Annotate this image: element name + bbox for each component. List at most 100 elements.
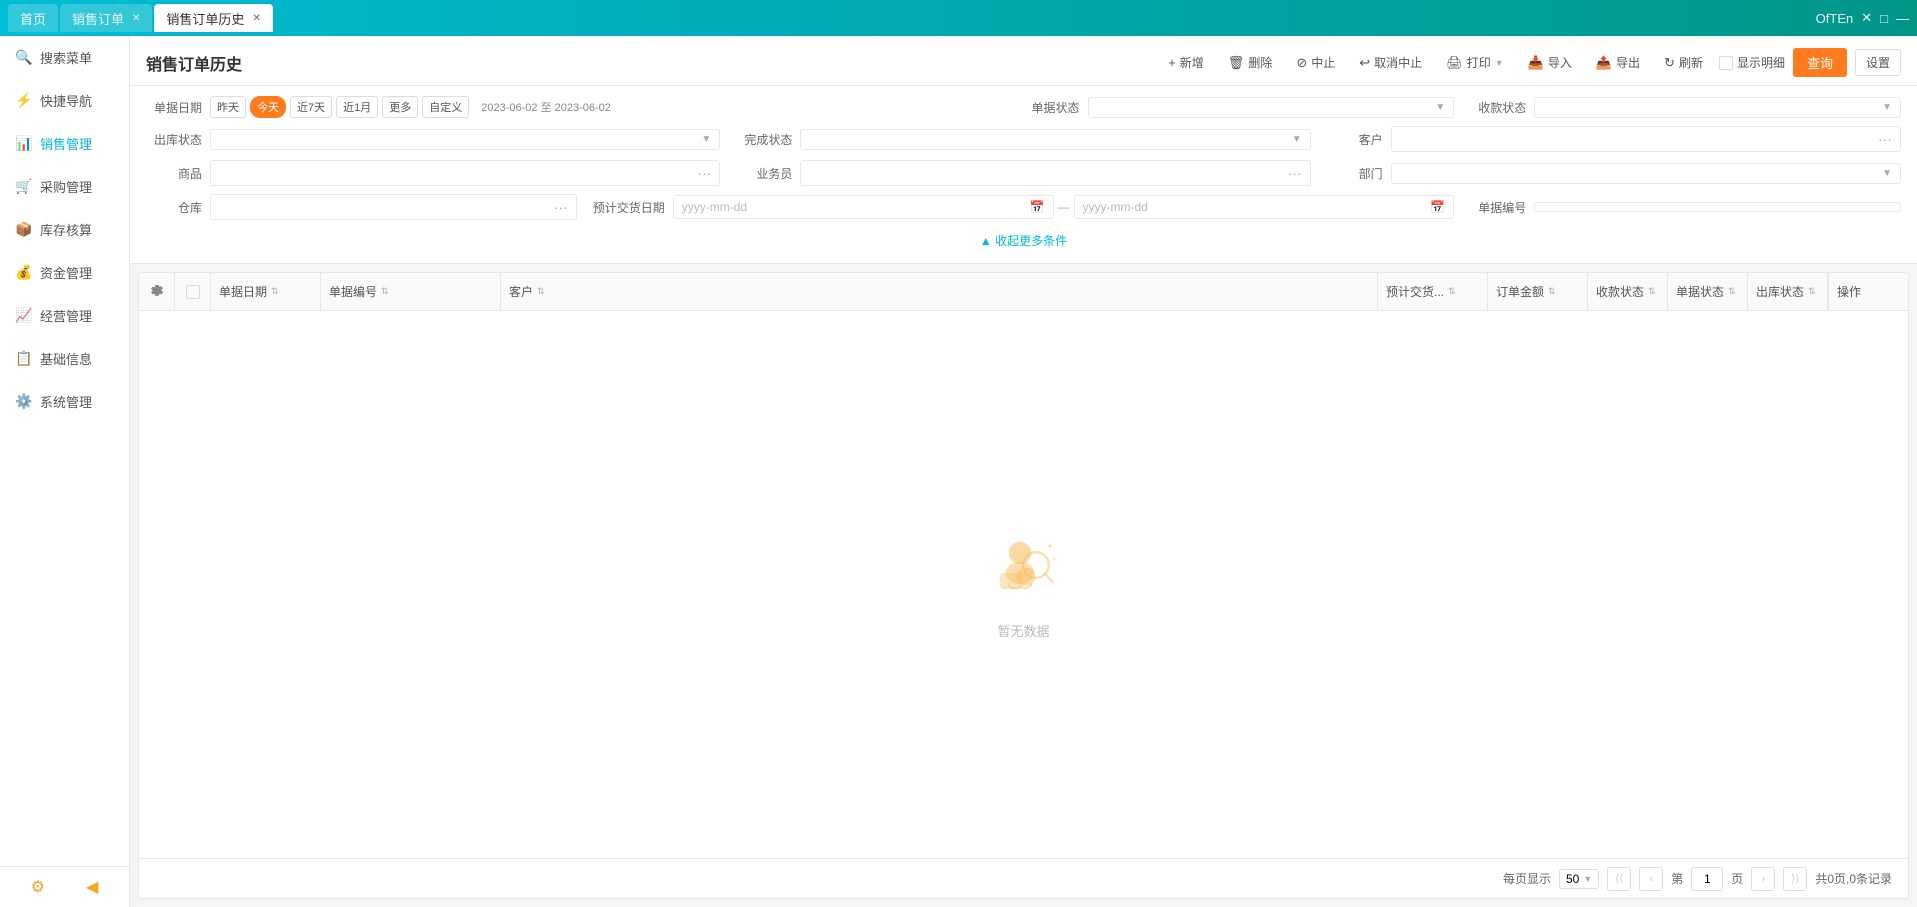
tab-sales-order[interactable]: 销售订单 ✕ [60, 4, 152, 32]
complete-status-select[interactable]: ▼ [800, 129, 1310, 150]
sidebar-item-sales-mgmt[interactable]: 📊 销售管理 [0, 122, 129, 165]
date-btn-more[interactable]: 更多 [382, 96, 418, 118]
th-payment-status-label: 收款状态 [1596, 283, 1644, 300]
date-btn-custom[interactable]: 自定义 [422, 96, 469, 118]
cancel-stop-button[interactable]: ↩ 取消中止 [1351, 50, 1430, 75]
goods-input[interactable]: ··· [210, 160, 720, 186]
th-date-label: 单据日期 [219, 283, 267, 300]
page-header: 销售订单历史 + 新增 🗑 删除 ⊘ 中止 ↩ 取消中止 [130, 36, 1917, 86]
prev-page-button[interactable]: ‹ [1639, 867, 1663, 891]
delete-label: 删除 [1248, 54, 1272, 71]
search-menu-icon: 🔍 [16, 50, 32, 66]
dept-select[interactable]: ▼ [1391, 163, 1901, 184]
stop-button[interactable]: ⊘ 中止 [1288, 50, 1343, 75]
settings-button[interactable]: 设置 [1855, 49, 1901, 76]
date-btn-last1m[interactable]: 近1月 [336, 96, 378, 118]
th-amount[interactable]: 订单金额 ⇅ [1488, 273, 1588, 310]
th-delivery-label: 预计交货... [1386, 283, 1444, 300]
print-label: 打印 [1467, 54, 1491, 71]
import-button[interactable]: 📥 导入 [1520, 50, 1580, 75]
tab-sales-order-history[interactable]: 销售订单历史 ✕ [154, 4, 272, 32]
last-page-button[interactable]: ⟩⟩ [1783, 867, 1807, 891]
sidebar-item-purchase-mgmt[interactable]: 🛒 采购管理 [0, 165, 129, 208]
th-order-status-label: 单据状态 [1676, 283, 1724, 300]
display-detail-label: 显示明细 [1737, 54, 1785, 71]
delivery-date-start[interactable]: yyyy-mm-dd 📅 [673, 195, 1054, 219]
out-status-select[interactable]: ▼ [210, 129, 720, 150]
top-restore-icon[interactable]: □ [1880, 11, 1888, 26]
display-detail[interactable]: 显示明细 [1719, 54, 1785, 71]
page-size-select[interactable]: 50 ▼ [1559, 869, 1599, 889]
filter-customer: 客户 ··· [1327, 126, 1901, 152]
refresh-label: 刷新 [1679, 54, 1703, 71]
th-order-status[interactable]: 单据状态 ⇅ [1668, 273, 1748, 310]
th-date[interactable]: 单据日期 ⇅ [211, 273, 321, 310]
select-all-checkbox[interactable] [186, 285, 200, 299]
th-gear[interactable] [139, 273, 175, 310]
calendar-start-icon: 📅 [1030, 200, 1045, 214]
collapse-row[interactable]: ▲ 收起更多条件 [146, 228, 1901, 253]
th-payment-sort: ⇅ [1648, 286, 1656, 297]
import-label: 导入 [1548, 54, 1572, 71]
sidebar-collapse-icon[interactable]: ◀ [86, 877, 98, 897]
goods-label: 商品 [146, 165, 202, 182]
sidebar-item-inventory[interactable]: 📦 库存核算 [0, 208, 129, 251]
display-detail-checkbox[interactable] [1719, 56, 1733, 70]
add-button[interactable]: + 新增 [1160, 50, 1212, 75]
delete-button[interactable]: 🗑 删除 [1220, 50, 1281, 75]
order-no-input[interactable] [1534, 202, 1901, 212]
th-out-sort: ⇅ [1808, 286, 1816, 297]
refresh-button[interactable]: ↻ 刷新 [1656, 50, 1711, 75]
tab-sales-order-close[interactable]: ✕ [132, 13, 140, 24]
delivery-date-start-placeholder: yyyy-mm-dd [682, 200, 747, 214]
th-no-sort: ⇅ [381, 286, 389, 297]
print-button[interactable]: 🖨 打印 ▼ [1438, 50, 1511, 75]
tab-home[interactable]: 首页 [8, 4, 58, 32]
salesperson-input[interactable]: ··· [800, 160, 1310, 186]
sidebar-item-quick-nav[interactable]: ⚡ 快捷导航 [0, 79, 129, 122]
page-input[interactable] [1691, 867, 1723, 891]
date-btn-last7[interactable]: 近7天 [290, 96, 332, 118]
sidebar-item-basic-info[interactable]: 📋 基础信息 [0, 337, 129, 380]
sidebar-item-label-basic-info: 基础信息 [40, 349, 92, 368]
tab-sales-order-history-close[interactable]: ✕ [252, 13, 260, 24]
out-status-arrow: ▼ [701, 134, 711, 145]
sidebar-item-operations[interactable]: 📈 经营管理 [0, 294, 129, 337]
th-no[interactable]: 单据编号 ⇅ [321, 273, 501, 310]
payment-status-label: 收款状态 [1470, 99, 1526, 116]
import-icon: 📥 [1528, 55, 1544, 71]
filter-row-1: 单据日期 昨天 今天 近7天 近1月 更多 自定义 2023-06-02 至 2… [146, 96, 1901, 118]
th-delivery[interactable]: 预计交货... ⇅ [1378, 273, 1488, 310]
sidebar-item-search-menu[interactable]: 🔍 搜索菜单 [0, 36, 129, 79]
delivery-date-end-placeholder: yyyy-mm-dd [1083, 200, 1148, 214]
sidebar-item-system[interactable]: ⚙️ 系统管理 [0, 380, 129, 423]
date-filter-control: 昨天 今天 近7天 近1月 更多 自定义 2023-06-02 至 2023-0… [210, 96, 1008, 118]
top-close-icon[interactable]: ✕ [1861, 10, 1872, 26]
th-payment-status[interactable]: 收款状态 ⇅ [1588, 273, 1668, 310]
sidebar-item-label-quick-nav: 快捷导航 [40, 91, 92, 110]
sidebar-item-label-system: 系统管理 [40, 392, 92, 411]
date-range-text: 2023-06-02 至 2023-06-02 [481, 99, 611, 115]
date-btn-yesterday[interactable]: 昨天 [210, 96, 246, 118]
order-status-select[interactable]: ▼ [1088, 97, 1455, 118]
th-out-status[interactable]: 出库状态 ⇅ [1748, 273, 1828, 310]
top-minimize-icon[interactable]: — [1896, 11, 1909, 26]
sidebar-item-finance[interactable]: 💰 资金管理 [0, 251, 129, 294]
query-button[interactable]: 查询 [1793, 48, 1847, 77]
warehouse-input[interactable]: ··· [210, 194, 577, 220]
payment-status-select[interactable]: ▼ [1534, 97, 1901, 118]
customer-input[interactable]: ··· [1391, 126, 1901, 152]
export-button[interactable]: 📤 导出 [1588, 50, 1648, 75]
th-order-sort: ⇅ [1728, 286, 1736, 297]
date-btn-today[interactable]: 今天 [250, 96, 286, 118]
th-customer[interactable]: 客户 ⇅ [501, 273, 1378, 310]
sidebar-settings-icon[interactable]: ⚙ [31, 877, 45, 897]
th-check[interactable] [175, 273, 211, 310]
delivery-date-end[interactable]: yyyy-mm-dd 📅 [1074, 195, 1455, 219]
cancel-stop-label: 取消中止 [1374, 54, 1422, 71]
collapse-label: ▲ 收起更多条件 [980, 234, 1067, 248]
first-page-button[interactable]: ⟨⟨ [1607, 867, 1631, 891]
system-icon: ⚙️ [16, 394, 32, 410]
delivery-date-label: 预计交货日期 [593, 199, 665, 216]
next-page-button[interactable]: › [1751, 867, 1775, 891]
